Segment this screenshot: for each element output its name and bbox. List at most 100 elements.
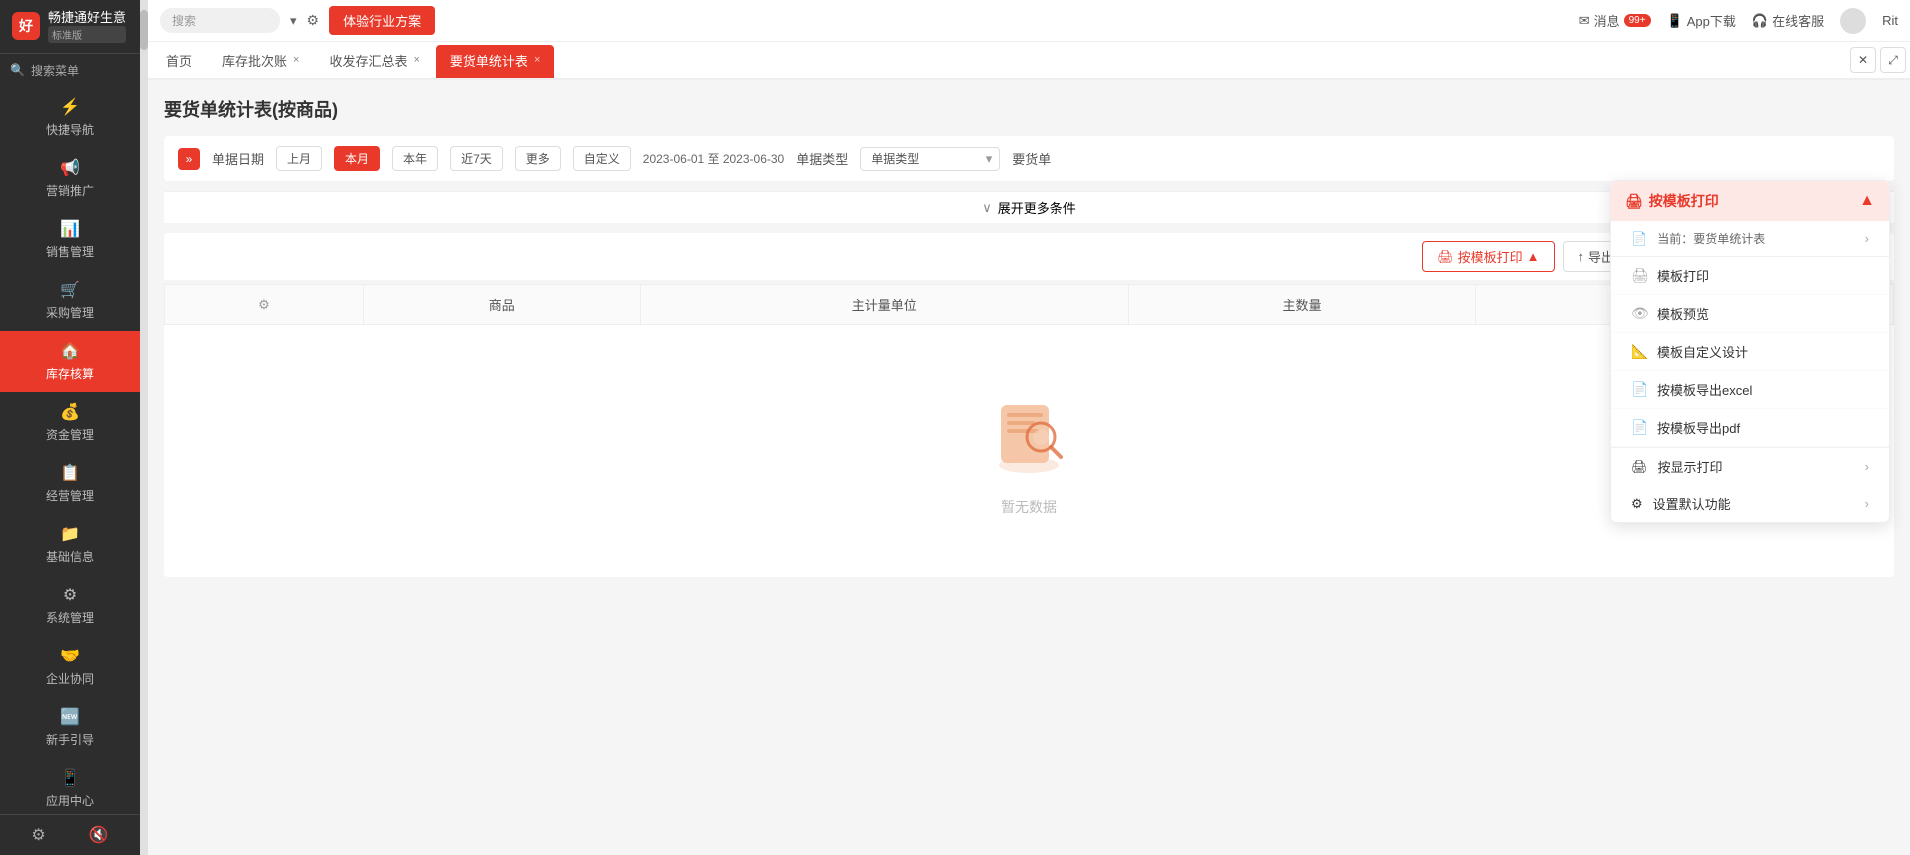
message-label: 消息 bbox=[1594, 11, 1620, 30]
topbar-right: ✉ 消息 99+ 📱 App下载 🎧 在线客服 Rit bbox=[1579, 8, 1898, 34]
sidebar-nav: ⚡ 快捷导航 📢 营销推广 📊 销售管理 🛒 采购管理 🏠 库存核算 💰 资金管… bbox=[0, 87, 140, 814]
sidebar-item-label: 销售管理 bbox=[46, 243, 94, 260]
settings-icon[interactable]: ⚙ bbox=[31, 825, 45, 845]
filter-more-btn[interactable]: 更多 bbox=[515, 146, 561, 171]
user-name[interactable]: Rit bbox=[1882, 13, 1898, 28]
system-icon: ⚙ bbox=[63, 585, 77, 605]
topbar-search-display: 搜索 bbox=[160, 8, 280, 33]
inventory-icon: 🏠 bbox=[60, 341, 80, 361]
print-template-pdf-item[interactable]: 📄 按模板导出pdf bbox=[1611, 409, 1889, 447]
filter-7days-btn[interactable]: 近7天 bbox=[450, 146, 503, 171]
current-item-chevron: › bbox=[1865, 231, 1869, 246]
print-display-print-item[interactable]: 🖨 按显示打印 › bbox=[1611, 448, 1889, 485]
tab-home[interactable]: 首页 bbox=[152, 45, 206, 78]
message-badge: 99+ bbox=[1624, 14, 1651, 27]
sidebar-item-inventory[interactable]: 🏠 库存核算 bbox=[0, 331, 140, 392]
table-settings-icon: ⚙ bbox=[258, 297, 270, 312]
sidebar-scrollbar[interactable] bbox=[140, 0, 148, 855]
print-chevron-icon: ▲ bbox=[1527, 249, 1540, 264]
user-avatar[interactable] bbox=[1840, 8, 1866, 34]
sidebar-item-marketing[interactable]: 📢 营销推广 bbox=[0, 148, 140, 209]
sidebar-item-finance[interactable]: 💰 资金管理 bbox=[0, 392, 140, 453]
tab-order-stats-label: 要货单统计表 bbox=[450, 51, 528, 70]
sidebar-item-label: 经营管理 bbox=[46, 487, 94, 504]
enterprise-icon: 🤝 bbox=[60, 646, 80, 666]
sidebar-item-appstore[interactable]: 📱 应用中心 bbox=[0, 758, 140, 814]
empty-state-text: 暂无数据 bbox=[1001, 497, 1057, 517]
sidebar-item-label: 库存核算 bbox=[46, 365, 94, 382]
online-service-label: 在线客服 bbox=[1772, 11, 1824, 30]
message-btn[interactable]: ✉ 消息 99+ bbox=[1579, 11, 1651, 30]
default-func-label: 设置默认功能 bbox=[1653, 494, 1731, 513]
tab-collection-summary[interactable]: 收发存汇总表 × bbox=[315, 45, 433, 78]
sidebar-item-label: 基础信息 bbox=[46, 548, 94, 565]
headset-icon: 🎧 bbox=[1752, 13, 1768, 29]
expand-more-icon: ∨ bbox=[982, 200, 992, 216]
sidebar-item-label: 应用中心 bbox=[46, 792, 94, 809]
topbar-gear-icon[interactable]: ⚙ bbox=[307, 12, 320, 29]
print-template-design-item[interactable]: 📐 模板自定义设计 bbox=[1611, 333, 1889, 371]
sidebar-item-quick-nav[interactable]: ⚡ 快捷导航 bbox=[0, 87, 140, 148]
main-area: 搜索 ▾ ⚙ 体验行业方案 ✉ 消息 99+ 📱 App下载 🎧 在线客服 Ri… bbox=[148, 0, 1910, 855]
logo-icon: 好 bbox=[12, 12, 40, 40]
print-template-preview-item[interactable]: 👁 模板预览 bbox=[1611, 295, 1889, 333]
mute-icon[interactable]: 🔇 bbox=[89, 825, 109, 845]
sidebar-item-operations[interactable]: 📋 经营管理 bbox=[0, 453, 140, 514]
table-col-settings[interactable]: ⚙ bbox=[165, 285, 364, 325]
filter-this-year-btn[interactable]: 本年 bbox=[392, 146, 438, 171]
operations-icon: 📋 bbox=[60, 463, 80, 483]
filter-custom-btn[interactable]: 自定义 bbox=[573, 146, 631, 171]
sidebar-item-purchase[interactable]: 🛒 采购管理 bbox=[0, 270, 140, 331]
current-item-label: 当前：要货单统计表 bbox=[1657, 230, 1765, 247]
sidebar-item-guide[interactable]: 🆕 新手引导 bbox=[0, 697, 140, 758]
filter-expand-icon[interactable]: » bbox=[178, 148, 200, 170]
sidebar-item-sales[interactable]: 📊 销售管理 bbox=[0, 209, 140, 270]
print-dropdown-current[interactable]: 📄 当前：要货单统计表 › bbox=[1611, 221, 1889, 256]
tab-collection-summary-label: 收发存汇总表 bbox=[329, 51, 407, 70]
table-col-quantity: 主数量 bbox=[1128, 285, 1475, 325]
tab-order-stats[interactable]: 要货单统计表 × bbox=[436, 45, 554, 78]
template-preview-icon: 👁 bbox=[1631, 305, 1647, 322]
purchase-icon: 🛒 bbox=[60, 280, 80, 300]
guide-icon: 🆕 bbox=[60, 707, 80, 727]
page-title: 要货单统计表(按商品) bbox=[164, 96, 1894, 122]
tab-close-all-btn[interactable]: ✕ bbox=[1850, 47, 1876, 73]
tab-order-stats-close[interactable]: × bbox=[534, 54, 540, 66]
empty-state-icon bbox=[979, 385, 1079, 485]
print-dropdown-close-btn[interactable]: ▲ bbox=[1859, 192, 1875, 210]
print-dropdown-title: 🖨 按模板打印 bbox=[1625, 191, 1719, 211]
current-item-icon: 📄 bbox=[1631, 231, 1647, 247]
sidebar-item-label: 新手引导 bbox=[46, 731, 94, 748]
app-download-btn[interactable]: 📱 App下载 bbox=[1667, 11, 1736, 30]
sidebar-item-label: 企业协同 bbox=[46, 670, 94, 687]
search-icon: 🔍 bbox=[10, 63, 25, 77]
tab-inventory-batch[interactable]: 库存批次账 × bbox=[208, 45, 313, 78]
filter-this-month-btn[interactable]: 本月 bbox=[334, 146, 380, 171]
template-excel-icon: 📄 bbox=[1631, 381, 1647, 398]
tab-fullscreen-btn[interactable]: ⤢ bbox=[1880, 47, 1906, 73]
template-excel-label: 按模板导出excel bbox=[1657, 380, 1752, 399]
app-logo: 好 畅捷通好生意 标准版 bbox=[0, 0, 140, 54]
expand-more-label: 展开更多条件 bbox=[998, 198, 1076, 217]
topbar-dropdown-icon[interactable]: ▾ bbox=[290, 13, 297, 29]
print-template-print-item[interactable]: 🖨 模板打印 bbox=[1611, 257, 1889, 295]
tab-collection-summary-close[interactable]: × bbox=[413, 54, 419, 66]
message-icon: ✉ bbox=[1579, 13, 1590, 29]
sidebar-item-enterprise[interactable]: 🤝 企业协同 bbox=[0, 636, 140, 697]
sidebar-item-basic[interactable]: 📁 基础信息 bbox=[0, 514, 140, 575]
print-template-excel-item[interactable]: 📄 按模板导出excel bbox=[1611, 371, 1889, 409]
print-btn[interactable]: 🖨 按模板打印 ▲ bbox=[1422, 241, 1554, 272]
print-default-func-item[interactable]: ⚙ 设置默认功能 › bbox=[1611, 485, 1889, 522]
online-service-btn[interactable]: 🎧 在线客服 bbox=[1752, 11, 1824, 30]
sidebar-search[interactable]: 🔍 搜索菜单 bbox=[0, 54, 140, 87]
sidebar-bottom: ⚙ 🔇 bbox=[0, 814, 140, 855]
tab-inventory-batch-close[interactable]: × bbox=[293, 54, 299, 66]
trial-btn[interactable]: 体验行业方案 bbox=[329, 6, 435, 35]
tabbar: 首页 库存批次账 × 收发存汇总表 × 要货单统计表 × ✕ ⤢ bbox=[148, 42, 1910, 80]
app-tag: 标准版 bbox=[48, 26, 126, 43]
display-print-chevron: › bbox=[1865, 459, 1869, 474]
sidebar-item-system[interactable]: ⚙ 系统管理 bbox=[0, 575, 140, 636]
filter-last-month-btn[interactable]: 上月 bbox=[276, 146, 322, 171]
filter-type-select[interactable]: 单据类型 bbox=[860, 147, 1000, 171]
filter-type-select-wrap: 单据类型 ▾ bbox=[860, 147, 1000, 171]
